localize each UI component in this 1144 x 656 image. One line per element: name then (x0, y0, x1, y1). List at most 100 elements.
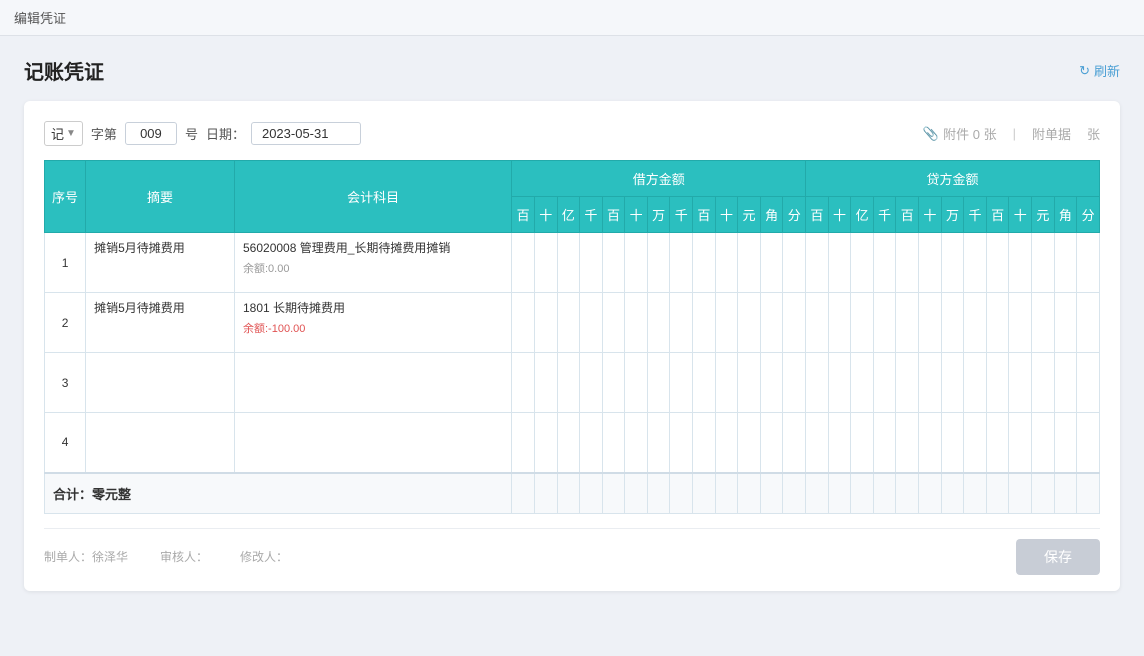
row0-credit-d0[interactable] (806, 233, 829, 293)
row1-credit-d4[interactable] (896, 293, 919, 353)
row3-credit-d11[interactable] (1054, 413, 1077, 473)
row1-debit-d4[interactable] (602, 293, 625, 353)
row3-debit-d4[interactable] (602, 413, 625, 473)
row2-debit-d6[interactable] (647, 353, 670, 413)
row0-debit-d12[interactable] (783, 233, 806, 293)
row1-credit-d1[interactable] (828, 293, 851, 353)
row2-credit-d3[interactable] (873, 353, 896, 413)
total-debit-d8[interactable] (670, 473, 693, 514)
row3-credit-d2[interactable] (851, 413, 874, 473)
row0-credit-d6[interactable] (941, 233, 964, 293)
row3-debit-d1[interactable] (534, 413, 557, 473)
row0-debit-d0[interactable] (512, 233, 535, 293)
row2-debit-d1[interactable] (534, 353, 557, 413)
row3-credit-d9[interactable] (1009, 413, 1032, 473)
row3-credit-d12[interactable] (1077, 413, 1100, 473)
total-debit-d2[interactable] (534, 473, 557, 514)
row1-debit-d11[interactable] (760, 293, 783, 353)
row3-debit-d8[interactable] (693, 413, 716, 473)
row0-debit-d6[interactable] (647, 233, 670, 293)
attach-single-label[interactable]: 附单据 (1032, 124, 1071, 143)
row0-credit-d2[interactable] (851, 233, 874, 293)
total-debit-d12[interactable] (760, 473, 783, 514)
row2-credit-d6[interactable] (941, 353, 964, 413)
row1-credit-d11[interactable] (1054, 293, 1077, 353)
total-debit-d3[interactable] (557, 473, 580, 514)
row0-debit-d10[interactable] (738, 233, 761, 293)
row0-debit-d4[interactable] (602, 233, 625, 293)
row2-debit-d8[interactable] (693, 353, 716, 413)
row1-credit-d7[interactable] (964, 293, 987, 353)
row3-debit-d6[interactable] (647, 413, 670, 473)
row1-credit-d2[interactable] (851, 293, 874, 353)
row3-credit-d4[interactable] (896, 413, 919, 473)
row2-credit-d10[interactable] (1032, 353, 1055, 413)
row3-debit-d5[interactable] (625, 413, 648, 473)
row1-debit-d3[interactable] (580, 293, 603, 353)
row0-debit-d11[interactable] (760, 233, 783, 293)
row2-debit-d5[interactable] (625, 353, 648, 413)
row0-credit-d8[interactable] (986, 233, 1009, 293)
row0-debit-d9[interactable] (715, 233, 738, 293)
total-credit-d8[interactable] (964, 473, 987, 514)
row3-debit-d3[interactable] (580, 413, 603, 473)
row-summary-2[interactable] (86, 353, 235, 413)
row3-credit-d3[interactable] (873, 413, 896, 473)
total-debit-d10[interactable] (715, 473, 738, 514)
row0-debit-d3[interactable] (580, 233, 603, 293)
row1-credit-d5[interactable] (919, 293, 942, 353)
row1-debit-d9[interactable] (715, 293, 738, 353)
save-button[interactable]: 保存 (1016, 539, 1100, 575)
row0-credit-d11[interactable] (1054, 233, 1077, 293)
row1-credit-d10[interactable] (1032, 293, 1055, 353)
row2-debit-d12[interactable] (783, 353, 806, 413)
row-subject-1[interactable]: 1801 长期待摊费用余额:-100.00 (235, 293, 512, 353)
total-debit-d5[interactable] (602, 473, 625, 514)
row2-credit-d12[interactable] (1077, 353, 1100, 413)
row3-debit-d7[interactable] (670, 413, 693, 473)
row2-credit-d4[interactable] (896, 353, 919, 413)
row2-credit-d2[interactable] (851, 353, 874, 413)
row3-debit-d10[interactable] (738, 413, 761, 473)
row0-credit-d1[interactable] (828, 233, 851, 293)
row0-credit-d10[interactable] (1032, 233, 1055, 293)
row1-debit-d6[interactable] (647, 293, 670, 353)
row-subject-2[interactable] (235, 353, 512, 413)
row2-debit-d10[interactable] (738, 353, 761, 413)
row3-credit-d0[interactable] (806, 413, 829, 473)
row1-debit-d10[interactable] (738, 293, 761, 353)
row3-debit-d9[interactable] (715, 413, 738, 473)
total-debit-d9[interactable] (693, 473, 716, 514)
row1-credit-d8[interactable] (986, 293, 1009, 353)
row3-credit-d10[interactable] (1032, 413, 1055, 473)
row1-debit-d1[interactable] (534, 293, 557, 353)
row2-credit-d11[interactable] (1054, 353, 1077, 413)
row2-debit-d0[interactable] (512, 353, 535, 413)
row-summary-3[interactable] (86, 413, 235, 473)
row3-credit-d6[interactable] (941, 413, 964, 473)
ji-selector[interactable]: 记 ▼ (44, 121, 83, 146)
total-credit-d4[interactable] (873, 473, 896, 514)
row2-debit-d7[interactable] (670, 353, 693, 413)
row3-credit-d7[interactable] (964, 413, 987, 473)
total-debit-d6[interactable] (625, 473, 648, 514)
row2-credit-d0[interactable] (806, 353, 829, 413)
row-subject-3[interactable] (235, 413, 512, 473)
row0-debit-d1[interactable] (534, 233, 557, 293)
row0-debit-d5[interactable] (625, 233, 648, 293)
row1-debit-d5[interactable] (625, 293, 648, 353)
row1-credit-d3[interactable] (873, 293, 896, 353)
total-debit-d11[interactable] (738, 473, 761, 514)
total-credit-d13[interactable] (1077, 473, 1100, 514)
row1-debit-d0[interactable] (512, 293, 535, 353)
row3-debit-d0[interactable] (512, 413, 535, 473)
total-debit-d13[interactable] (783, 473, 806, 514)
row0-debit-d8[interactable] (693, 233, 716, 293)
row1-debit-d8[interactable] (693, 293, 716, 353)
row2-credit-d9[interactable] (1009, 353, 1032, 413)
row3-credit-d8[interactable] (986, 413, 1009, 473)
row0-credit-d7[interactable] (964, 233, 987, 293)
row0-credit-d4[interactable] (896, 233, 919, 293)
row2-debit-d2[interactable] (557, 353, 580, 413)
row3-credit-d1[interactable] (828, 413, 851, 473)
